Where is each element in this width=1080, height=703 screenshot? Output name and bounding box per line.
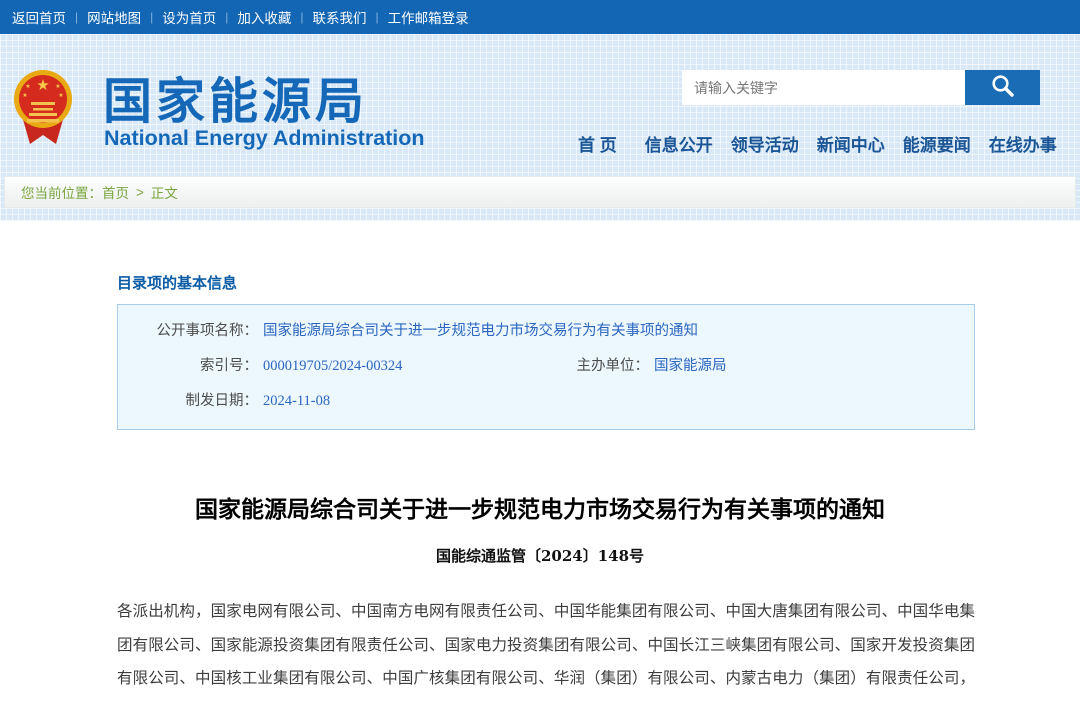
- nav-item-leader-activities[interactable]: 领导活动: [731, 131, 799, 156]
- topbar-link-set-homepage[interactable]: 设为首页: [162, 7, 216, 27]
- topbar-link-return-home[interactable]: 返回首页: [12, 7, 66, 27]
- search-icon: [990, 73, 1016, 102]
- separator: |: [300, 10, 304, 24]
- article-doc-number: 国能综通监管〔2024〕148号: [435, 547, 645, 565]
- info-row-issue-date: 制发日期： 2024-11-08: [118, 391, 974, 411]
- topbar: 返回首页 | 网站地图 | 设为首页 | 加入收藏 | 联系我们 | 工作邮箱登…: [0, 0, 1080, 34]
- nav-item-info-disclosure[interactable]: 信息公开: [645, 131, 713, 156]
- breadcrumb-link-home[interactable]: 首页: [102, 182, 129, 202]
- nav-item-energy-highlights[interactable]: 能源要闻: [903, 131, 971, 156]
- main-content: 目录项的基本信息 公开事项名称： 国家能源局综合司关于进一步规范电力市场交易行为…: [0, 272, 1080, 703]
- nav-item-online-services[interactable]: 在线办事: [989, 131, 1057, 156]
- field-value-issue-date: 2024-11-08: [263, 393, 331, 409]
- breadcrumb-current: 正文: [150, 186, 178, 201]
- nav-item-news-center[interactable]: 新闻中心: [817, 131, 885, 156]
- search-button[interactable]: [965, 70, 1040, 105]
- svg-text:★: ★: [36, 77, 49, 94]
- directory-section-title: 目录项的基本信息: [117, 275, 238, 292]
- nav-item-home[interactable]: 首 页: [578, 131, 617, 156]
- directory-info-box: 公开事项名称： 国家能源局综合司关于进一步规范电力市场交易行为有关事项的通知 索…: [117, 304, 975, 430]
- svg-text:★: ★: [58, 92, 63, 99]
- field-label-item-name: 公开事项名称：: [156, 323, 259, 339]
- site-header-area: ★ ★ ★ ★ ★ 国家能源局 National Energy Administ…: [0, 34, 1080, 221]
- info-row-index-and-agency: 索引号： 000019705/2024-00324 主办单位： 国家能源局: [118, 356, 974, 376]
- field-value-index-number: 000019705/2024-00324: [263, 358, 403, 374]
- search-input[interactable]: [682, 70, 965, 105]
- topbar-link-sitemap[interactable]: 网站地图: [87, 7, 141, 27]
- site-header: ★ ★ ★ ★ ★ 国家能源局 National Energy Administ…: [0, 34, 1080, 176]
- svg-text:★: ★: [55, 83, 60, 90]
- breadcrumb-separator: >: [136, 184, 144, 200]
- separator: |: [75, 10, 79, 24]
- separator: |: [150, 10, 154, 24]
- main-nav: 首 页 信息公开 领导活动 新闻中心 能源要闻 在线办事: [578, 131, 1057, 156]
- topbar-link-contact-us[interactable]: 联系我们: [313, 7, 367, 27]
- field-value-host-agency: 国家能源局: [654, 358, 727, 374]
- decorative-strip: [0, 208, 1080, 221]
- topbar-link-add-favorite[interactable]: 加入收藏: [237, 7, 291, 27]
- svg-text:★: ★: [22, 92, 27, 99]
- field-label-index-number: 索引号：: [200, 358, 258, 374]
- national-emblem-logo: ★ ★ ★ ★ ★: [13, 66, 73, 155]
- breadcrumb-prefix: 您当前位置：: [21, 186, 102, 201]
- topbar-link-work-email-login[interactable]: 工作邮箱登录: [388, 7, 469, 27]
- svg-text:★: ★: [25, 83, 30, 90]
- field-label-issue-date: 制发日期：: [185, 393, 259, 409]
- site-title-zh: 国家能源局: [103, 75, 369, 129]
- info-row-item-name: 公开事项名称： 国家能源局综合司关于进一步规范电力市场交易行为有关事项的通知: [118, 321, 974, 341]
- separator: |: [225, 10, 229, 24]
- article-title: 国家能源局综合司关于进一步规范电力市场交易行为有关事项的通知: [195, 496, 885, 523]
- breadcrumb: 您当前位置： 首页 > 正文: [4, 176, 1076, 208]
- field-value-item-name: 国家能源局综合司关于进一步规范电力市场交易行为有关事项的通知: [263, 323, 698, 339]
- field-label-host-agency: 主办单位：: [576, 358, 650, 374]
- site-title-en: National Energy Administration: [104, 126, 425, 150]
- article-paragraph: 各派出机构，国家电网有限公司、中国南方电网有限责任公司、中国华能集团有限公司、中…: [117, 603, 975, 687]
- separator: |: [375, 10, 379, 24]
